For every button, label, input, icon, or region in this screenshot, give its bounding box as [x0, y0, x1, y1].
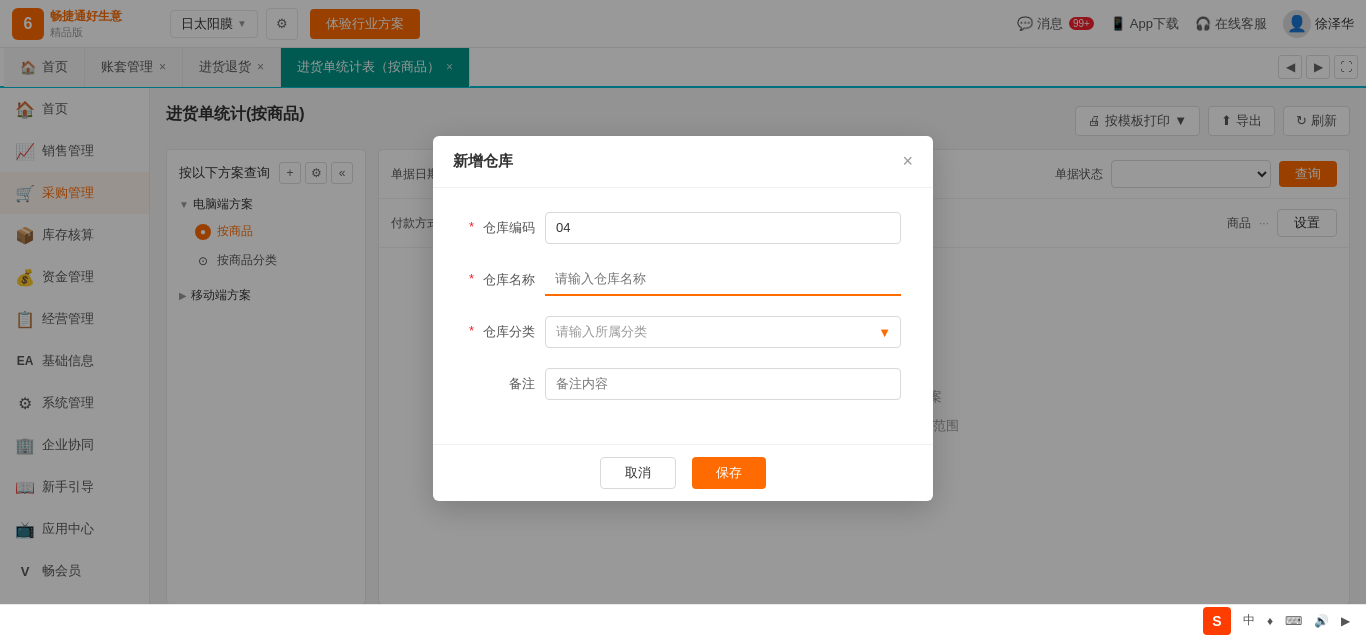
status-bar: S 中 ♦ ⌨ 🔊 ▶ [0, 604, 1366, 636]
remark-input[interactable] [545, 368, 901, 400]
form-row-code: 仓库编码 [465, 212, 901, 244]
form-label-code: 仓库编码 [465, 219, 545, 237]
form-row-name: 仓库名称 [465, 264, 901, 296]
status-item-lang[interactable]: 中 [1243, 612, 1255, 629]
form-label-remark: 备注 [465, 375, 545, 393]
status-item-dot: ♦ [1267, 614, 1273, 628]
form-row-remark: 备注 [465, 368, 901, 400]
cancel-button[interactable]: 取消 [600, 457, 676, 489]
s-brand-logo: S [1203, 607, 1231, 635]
modal-overlay: 新增仓库 × 仓库编码 仓库名称 仓库分类 请输入所属分类 ▼ [0, 0, 1366, 636]
dialog-close-button[interactable]: × [902, 152, 913, 170]
form-row-category: 仓库分类 请输入所属分类 ▼ [465, 316, 901, 348]
save-button[interactable]: 保存 [692, 457, 766, 489]
status-item-sound[interactable]: 🔊 [1314, 614, 1329, 628]
warehouse-category-wrap: 请输入所属分类 ▼ [545, 316, 901, 348]
status-item-play[interactable]: ▶ [1341, 614, 1350, 628]
warehouse-code-input[interactable] [545, 212, 901, 244]
dialog-title: 新增仓库 [453, 152, 513, 171]
form-label-category: 仓库分类 [465, 323, 545, 341]
dialog-footer: 取消 保存 [433, 444, 933, 501]
dialog-body: 仓库编码 仓库名称 仓库分类 请输入所属分类 ▼ 备注 [433, 188, 933, 444]
status-item-keyboard[interactable]: ⌨ [1285, 614, 1302, 628]
warehouse-name-input[interactable] [545, 264, 901, 296]
dialog-header: 新增仓库 × [433, 136, 933, 188]
dialog-new-warehouse: 新增仓库 × 仓库编码 仓库名称 仓库分类 请输入所属分类 ▼ [433, 136, 933, 501]
form-label-name: 仓库名称 [465, 271, 545, 289]
warehouse-category-select[interactable]: 请输入所属分类 [545, 316, 901, 348]
